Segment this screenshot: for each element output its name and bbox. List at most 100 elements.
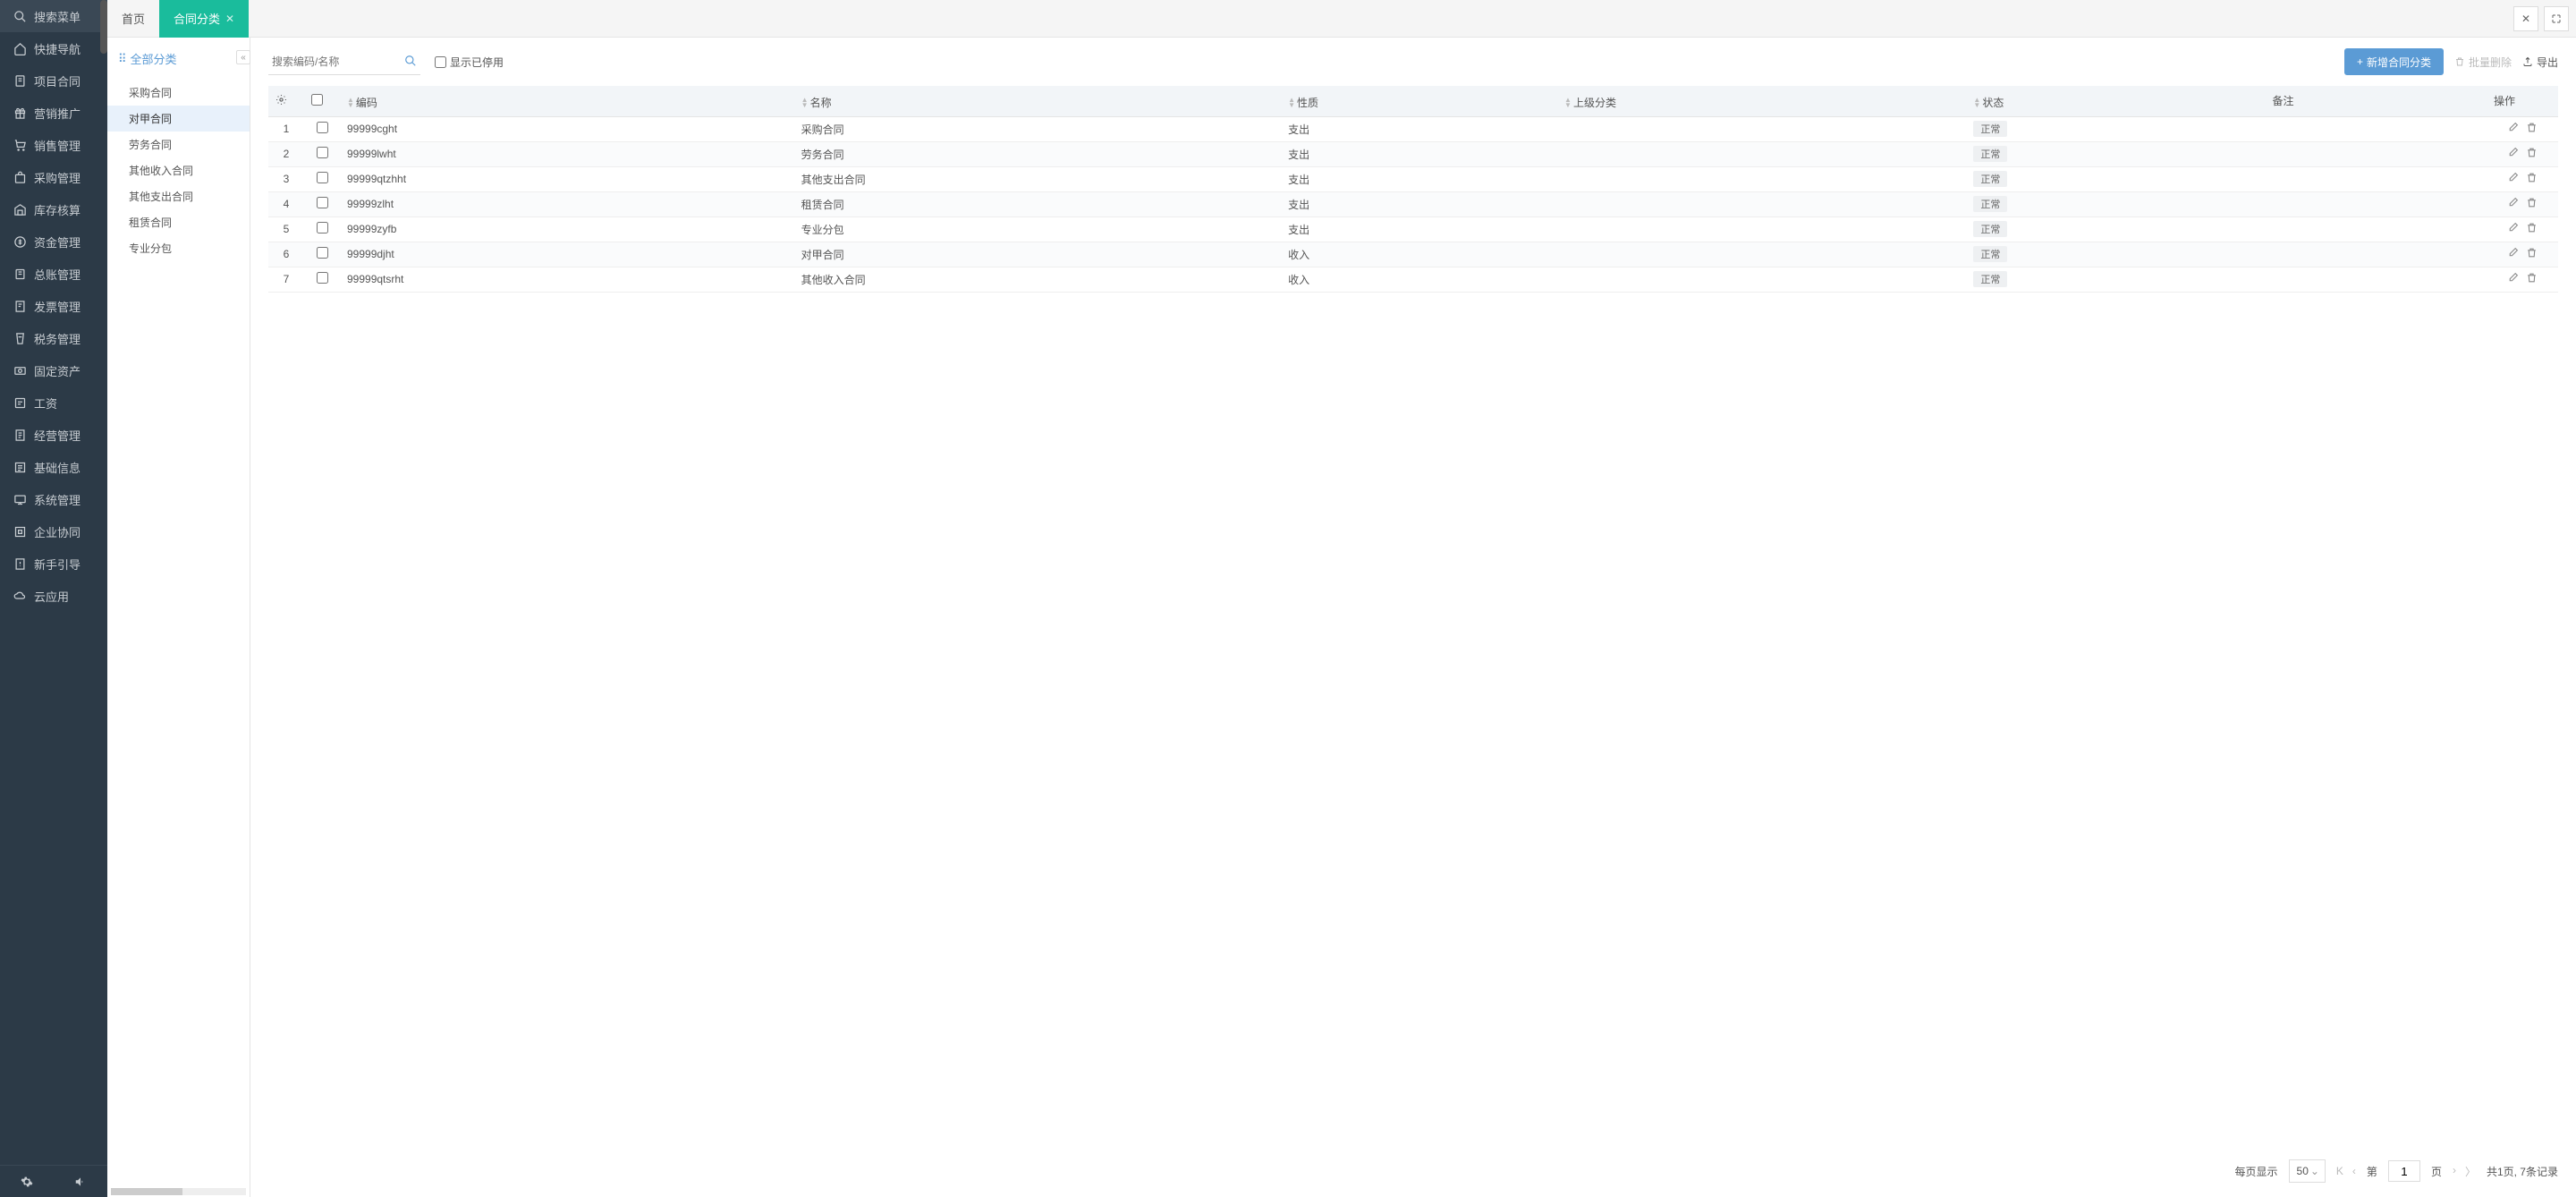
sidebar-item-15[interactable]: 系统管理 <box>0 483 107 515</box>
edit-button[interactable] <box>2507 197 2519 211</box>
sidebar-item-0[interactable]: 搜索菜单 <box>0 0 107 32</box>
collapse-tree-button[interactable]: « <box>236 50 250 64</box>
sidebar-item-12[interactable]: 工资 <box>0 386 107 419</box>
trash-icon <box>2526 122 2538 133</box>
sidebar-item-10[interactable]: 税务管理 <box>0 322 107 354</box>
page-next[interactable]: › <box>2453 1164 2456 1179</box>
col-settings[interactable] <box>268 86 304 116</box>
cell-code: 99999zyfb <box>340 216 794 242</box>
delete-button[interactable] <box>2526 222 2538 236</box>
sidebar-item-14[interactable]: 基础信息 <box>0 451 107 483</box>
sidebar-item-13[interactable]: 经营管理 <box>0 419 107 451</box>
cell-remark <box>2265 216 2487 242</box>
tree-item-5[interactable]: 租赁合同 <box>107 209 250 235</box>
add-contract-type-button[interactable]: + 新增合同分类 <box>2344 48 2444 75</box>
delete-button[interactable] <box>2526 247 2538 261</box>
tree-header[interactable]: ⠿ 全部分类 <box>107 38 250 80</box>
tree-item-0[interactable]: 采购合同 <box>107 80 250 106</box>
cell-nature: 支出 <box>1281 141 1557 166</box>
tree-item-1[interactable]: 对甲合同 <box>107 106 250 132</box>
delete-button[interactable] <box>2526 272 2538 286</box>
sidebar-item-label: 项目合同 <box>34 72 80 89</box>
sidebar-item-11[interactable]: 固定资产 <box>0 354 107 386</box>
col-nature[interactable]: ▲▼性质 <box>1281 86 1557 116</box>
fullscreen-button[interactable] <box>2544 6 2569 31</box>
invoice-icon <box>13 299 27 313</box>
per-page-select[interactable]: 50 <box>2289 1159 2326 1183</box>
page-last[interactable]: 〉 <box>2465 1164 2476 1179</box>
gift-icon <box>13 106 27 120</box>
delete-button[interactable] <box>2526 147 2538 161</box>
biz-icon <box>13 428 27 442</box>
row-checkbox[interactable] <box>317 197 328 208</box>
status-badge: 正常 <box>1973 246 2007 262</box>
sidebar-item-2[interactable]: 项目合同 <box>0 64 107 97</box>
col-parent[interactable]: ▲▼上级分类 <box>1557 86 1966 116</box>
page-first[interactable]: K <box>2336 1165 2343 1177</box>
cell-nature: 支出 <box>1281 191 1557 216</box>
edit-button[interactable] <box>2507 222 2519 236</box>
col-code[interactable]: ▲▼编码 <box>340 86 794 116</box>
edit-button[interactable] <box>2507 272 2519 286</box>
edit-button[interactable] <box>2507 147 2519 161</box>
col-op: 操作 <box>2487 86 2558 116</box>
sidebar-item-1[interactable]: 快捷导航 <box>0 32 107 64</box>
cell-name: 劳务合同 <box>794 141 1281 166</box>
row-checkbox[interactable] <box>317 147 328 158</box>
sidebar-item-16[interactable]: 企业协同 <box>0 515 107 548</box>
col-status[interactable]: ▲▼状态 <box>1966 86 2265 116</box>
sidebar-item-6[interactable]: 库存核算 <box>0 193 107 225</box>
search-icon[interactable] <box>404 55 417 70</box>
page-summary: 共1页, 7条记录 <box>2487 1164 2558 1179</box>
edit-button[interactable] <box>2507 172 2519 186</box>
close-all-tabs[interactable]: ✕ <box>2513 6 2538 31</box>
tree-item-2[interactable]: 劳务合同 <box>107 132 250 157</box>
cell-parent <box>1557 166 1966 191</box>
sidebar-item-7[interactable]: 资金管理 <box>0 225 107 258</box>
delete-button[interactable] <box>2526 197 2538 211</box>
col-name[interactable]: ▲▼名称 <box>794 86 1281 116</box>
cell-status: 正常 <box>1966 191 2265 216</box>
cell-code: 99999lwht <box>340 141 794 166</box>
show-disabled-checkbox[interactable] <box>435 56 446 68</box>
sidebar-item-17[interactable]: 新手引导 <box>0 548 107 580</box>
tab-bar: 首页合同分类✕ ✕ <box>107 0 2576 38</box>
tab-close-icon[interactable]: ✕ <box>225 13 234 25</box>
row-checkbox[interactable] <box>317 247 328 259</box>
delete-button[interactable] <box>2526 172 2538 186</box>
tab-1[interactable]: 合同分类✕ <box>159 0 249 38</box>
cell-op <box>2487 191 2558 216</box>
edit-button[interactable] <box>2507 122 2519 136</box>
delete-button[interactable] <box>2526 122 2538 136</box>
tree-scrollbar[interactable] <box>107 1186 250 1197</box>
sidebar-item-4[interactable]: 销售管理 <box>0 129 107 161</box>
sidebar-item-label: 销售管理 <box>34 137 80 154</box>
cell-remark <box>2265 191 2487 216</box>
sidebar-item-3[interactable]: 营销推广 <box>0 97 107 129</box>
page-prev[interactable]: ‹ <box>2352 1165 2356 1177</box>
edit-button[interactable] <box>2507 247 2519 261</box>
search-input[interactable] <box>268 48 420 75</box>
sidebar-item-18[interactable]: 云应用 <box>0 580 107 612</box>
export-button[interactable]: 导出 <box>2522 55 2558 70</box>
tab-0[interactable]: 首页 <box>107 0 159 38</box>
cell-remark <box>2265 116 2487 141</box>
sound-button[interactable] <box>54 1166 107 1197</box>
tree-item-6[interactable]: 专业分包 <box>107 235 250 261</box>
row-checkbox[interactable] <box>317 122 328 133</box>
sidebar-item-9[interactable]: 发票管理 <box>0 290 107 322</box>
select-all-checkbox[interactable] <box>311 94 323 106</box>
cell-code: 99999qtsrht <box>340 267 794 292</box>
sidebar-item-5[interactable]: 采购管理 <box>0 161 107 193</box>
trash-icon <box>2526 272 2538 284</box>
sidebar-scrollbar[interactable] <box>100 0 107 54</box>
show-disabled-toggle[interactable]: 显示已停用 <box>435 55 504 70</box>
tree-item-4[interactable]: 其他支出合同 <box>107 183 250 209</box>
settings-button[interactable] <box>0 1166 54 1197</box>
row-checkbox[interactable] <box>317 222 328 233</box>
tree-item-3[interactable]: 其他收入合同 <box>107 157 250 183</box>
page-input[interactable] <box>2388 1160 2420 1182</box>
row-checkbox[interactable] <box>317 272 328 284</box>
row-checkbox[interactable] <box>317 172 328 183</box>
sidebar-item-8[interactable]: 总账管理 <box>0 258 107 290</box>
